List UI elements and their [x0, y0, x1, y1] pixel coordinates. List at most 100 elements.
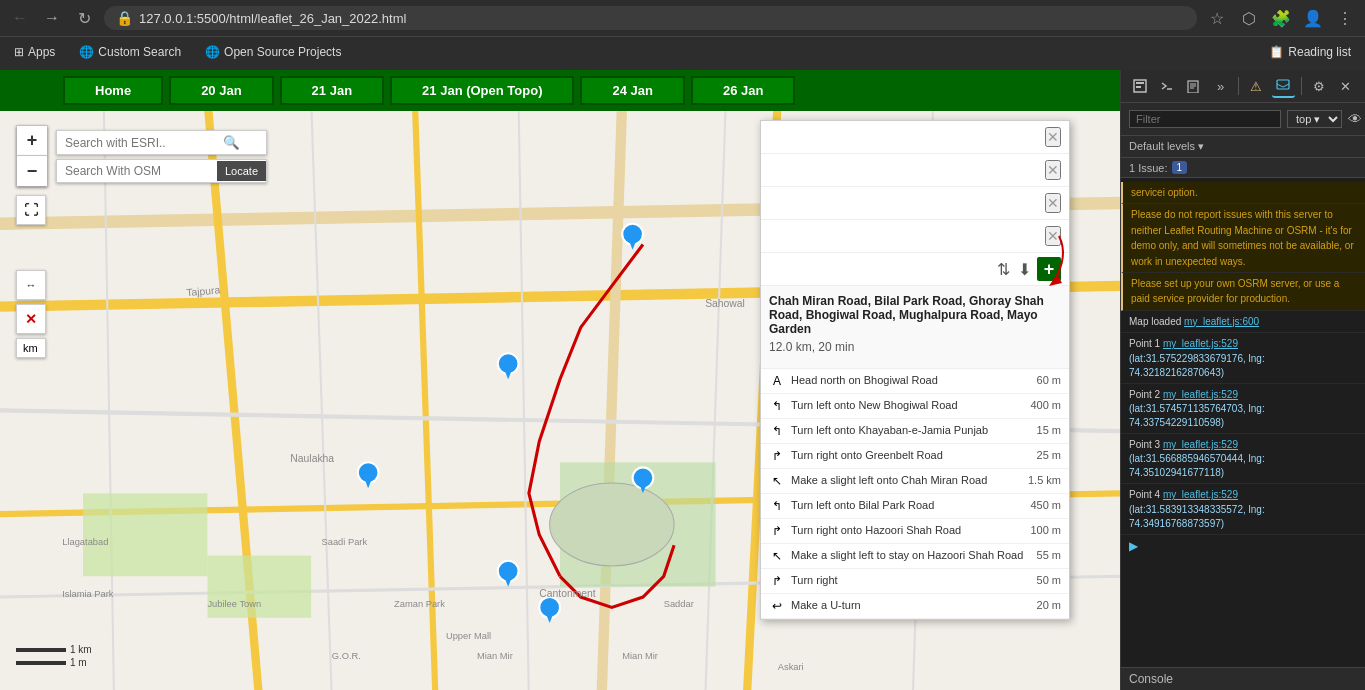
devtools-bottom-bar: Console: [1121, 667, 1365, 690]
svg-rect-52: [1136, 86, 1141, 88]
console-entry-3: Map loaded my_leaflet.js:600: [1121, 311, 1365, 333]
waypoint-2-close[interactable]: ✕: [1045, 160, 1061, 180]
step-5-dist: 450 m: [1030, 499, 1061, 511]
globe-icon-1: 🌐: [79, 45, 94, 59]
route-step-5: ↰ Turn left onto Bilal Park Road 450 m: [761, 494, 1069, 519]
devtools-close-btn[interactable]: ✕: [1334, 74, 1357, 98]
screenshot-button[interactable]: ⬡: [1237, 6, 1261, 30]
esri-search-input[interactable]: [57, 132, 217, 154]
search-area: 🔍 Locate: [56, 130, 267, 183]
devtools-more-tools-btn[interactable]: »: [1209, 74, 1232, 98]
browser-actions: ☆ ⬡ 🧩 👤 ⋮: [1205, 6, 1357, 30]
devtools-top-select[interactable]: top ▾: [1287, 110, 1342, 128]
measure-button[interactable]: ↔: [16, 270, 46, 300]
svg-text:Cantonment: Cantonment: [539, 588, 596, 599]
tab-20jan[interactable]: 20 Jan: [169, 76, 273, 105]
console-entry-1: Please do not report issues with this se…: [1121, 204, 1365, 273]
step-4-text: Make a slight left onto Chah Miran Road: [791, 474, 1022, 486]
step-6-dist: 100 m: [1030, 524, 1061, 536]
devtools-messages-btn[interactable]: [1272, 74, 1295, 98]
map-area[interactable]: Home 20 Jan 21 Jan 21 Jan (Open Topo) 24…: [0, 70, 1120, 690]
step-2-dist: 15 m: [1037, 424, 1061, 436]
tab-21jan-opentopo[interactable]: 21 Jan (Open Topo): [390, 76, 574, 105]
console-link-6[interactable]: my_leaflet.js:529: [1163, 439, 1238, 450]
devtools-filter-input[interactable]: [1129, 110, 1281, 128]
step-5-icon: ↰: [769, 499, 785, 513]
devtools-separator: [1238, 77, 1239, 95]
esri-search-box: 🔍: [56, 130, 267, 155]
step-8-text: Turn right: [791, 574, 1031, 586]
url-bar[interactable]: 🔒 127.0.0.1:5500/html/leaflet_26_Jan_202…: [104, 6, 1197, 30]
zoom-in-button[interactable]: +: [17, 126, 47, 156]
route-step-9: ↩ Make a U-turn 20 m: [761, 594, 1069, 619]
tab-21jan[interactable]: 21 Jan: [280, 76, 384, 105]
main-content: Home 20 Jan 21 Jan 21 Jan (Open Topo) 24…: [0, 70, 1365, 690]
reading-list-button[interactable]: 📋 Reading list: [1263, 43, 1357, 61]
bookmark-apps[interactable]: ⊞ Apps: [8, 43, 61, 61]
zoom-out-button[interactable]: −: [17, 156, 47, 186]
step-1-text: Turn left onto New Bhogiwal Road: [791, 399, 1024, 411]
waypoint-3-close[interactable]: ✕: [1045, 193, 1061, 213]
route-distance: 12.0 km, 20 min: [769, 340, 1061, 354]
console-coord-7: (lat:31.583913348335572, lng: 74.3491676…: [1129, 503, 1357, 531]
extensions-button[interactable]: 🧩: [1269, 6, 1293, 30]
fullscreen-button[interactable]: ⛶: [16, 195, 46, 225]
devtools-console[interactable]: servicei option. Please do not report is…: [1121, 178, 1365, 667]
map-scale: 1 km 1 m: [16, 644, 92, 670]
devtools-console-btn[interactable]: [1156, 74, 1179, 98]
issue-label: 1 Issue:: [1129, 162, 1168, 174]
devtools-eye-button[interactable]: 👁: [1348, 111, 1362, 127]
devtools-inspect-btn[interactable]: [1129, 74, 1152, 98]
lock-icon: 🔒: [116, 10, 133, 26]
browser-chrome: ← → ↻ 🔒 127.0.0.1:5500/html/leaflet_26_J…: [0, 0, 1365, 70]
console-link-3[interactable]: my_leaflet.js:600: [1184, 316, 1259, 327]
devtools-separator-2: [1301, 77, 1302, 95]
tab-home[interactable]: Home: [63, 76, 163, 105]
waypoint-1-close[interactable]: ✕: [1045, 127, 1061, 147]
esri-search-button[interactable]: 🔍: [217, 131, 246, 154]
svg-text:Mian Mir: Mian Mir: [622, 651, 658, 661]
svg-text:Saddar: Saddar: [664, 599, 694, 609]
waypoint-2-input[interactable]: N31°35'13.63" E74°21'51.82": [769, 163, 1041, 177]
console-entry-0: servicei option.: [1121, 182, 1365, 204]
route-summary: Chah Miran Road, Bilal Park Road, Ghoray…: [761, 286, 1069, 369]
osm-search-input[interactable]: [57, 160, 217, 182]
back-button[interactable]: ←: [8, 6, 32, 30]
svg-rect-54: [1188, 81, 1198, 93]
console-link-7[interactable]: my_leaflet.js:529: [1163, 489, 1238, 500]
devtools-warning-btn[interactable]: ⚠: [1245, 74, 1268, 98]
step-1-dist: 400 m: [1030, 399, 1061, 411]
devtools-settings-btn[interactable]: ⚙: [1308, 74, 1331, 98]
svg-rect-15: [83, 493, 207, 576]
console-coord-4: (lat:31.575229833679176, lng: 74.3218216…: [1129, 352, 1357, 380]
waypoint-3-input[interactable]: N31°34'22.63" E74°22'14.52": [769, 196, 1041, 210]
console-link-5[interactable]: my_leaflet.js:529: [1163, 389, 1238, 400]
bookmark-star-button[interactable]: ☆: [1205, 6, 1229, 30]
tab-24jan[interactable]: 24 Jan: [580, 76, 684, 105]
console-coord-6: (lat:31.566885946570444, lng: 74.3510294…: [1129, 452, 1357, 480]
bookmark-custom-search[interactable]: 🌐 Custom Search: [73, 43, 187, 61]
console-entry-5: Point 2 my_leaflet.js:529 (lat:31.574571…: [1121, 384, 1365, 434]
waypoint-1-input[interactable]: N31°36'35.04" E74°22'06.86": [769, 130, 1041, 144]
console-link-4[interactable]: my_leaflet.js:529: [1163, 338, 1238, 349]
devtools-default-levels[interactable]: Default levels ▾: [1129, 140, 1204, 153]
profile-button[interactable]: 👤: [1301, 6, 1325, 30]
console-entry-6: Point 3 my_leaflet.js:529 (lat:31.566885…: [1121, 434, 1365, 484]
menu-button[interactable]: ⋮: [1333, 6, 1357, 30]
expand-arrow[interactable]: ▶: [1121, 535, 1365, 557]
reload-button[interactable]: ↻: [72, 6, 96, 30]
bookmark-open-source[interactable]: 🌐 Open Source Projects: [199, 43, 347, 61]
step-7-dist: 55 m: [1037, 549, 1061, 561]
devtools-filter-bar: top ▾ 👁 1 hidden: [1121, 103, 1365, 136]
svg-rect-51: [1136, 82, 1144, 84]
extra-map-controls: ↔ ✕ km: [16, 270, 46, 358]
scale-bar-1m: [16, 661, 66, 665]
route-step-8: ↱ Turn right 50 m: [761, 569, 1069, 594]
svg-point-18: [550, 483, 674, 566]
clear-button[interactable]: ✕: [16, 304, 46, 334]
forward-button[interactable]: →: [40, 6, 64, 30]
tab-26jan[interactable]: 26 Jan: [691, 76, 795, 105]
locate-button[interactable]: Locate: [217, 161, 266, 181]
devtools-sources-btn[interactable]: [1183, 74, 1206, 98]
globe-icon-2: 🌐: [205, 45, 220, 59]
